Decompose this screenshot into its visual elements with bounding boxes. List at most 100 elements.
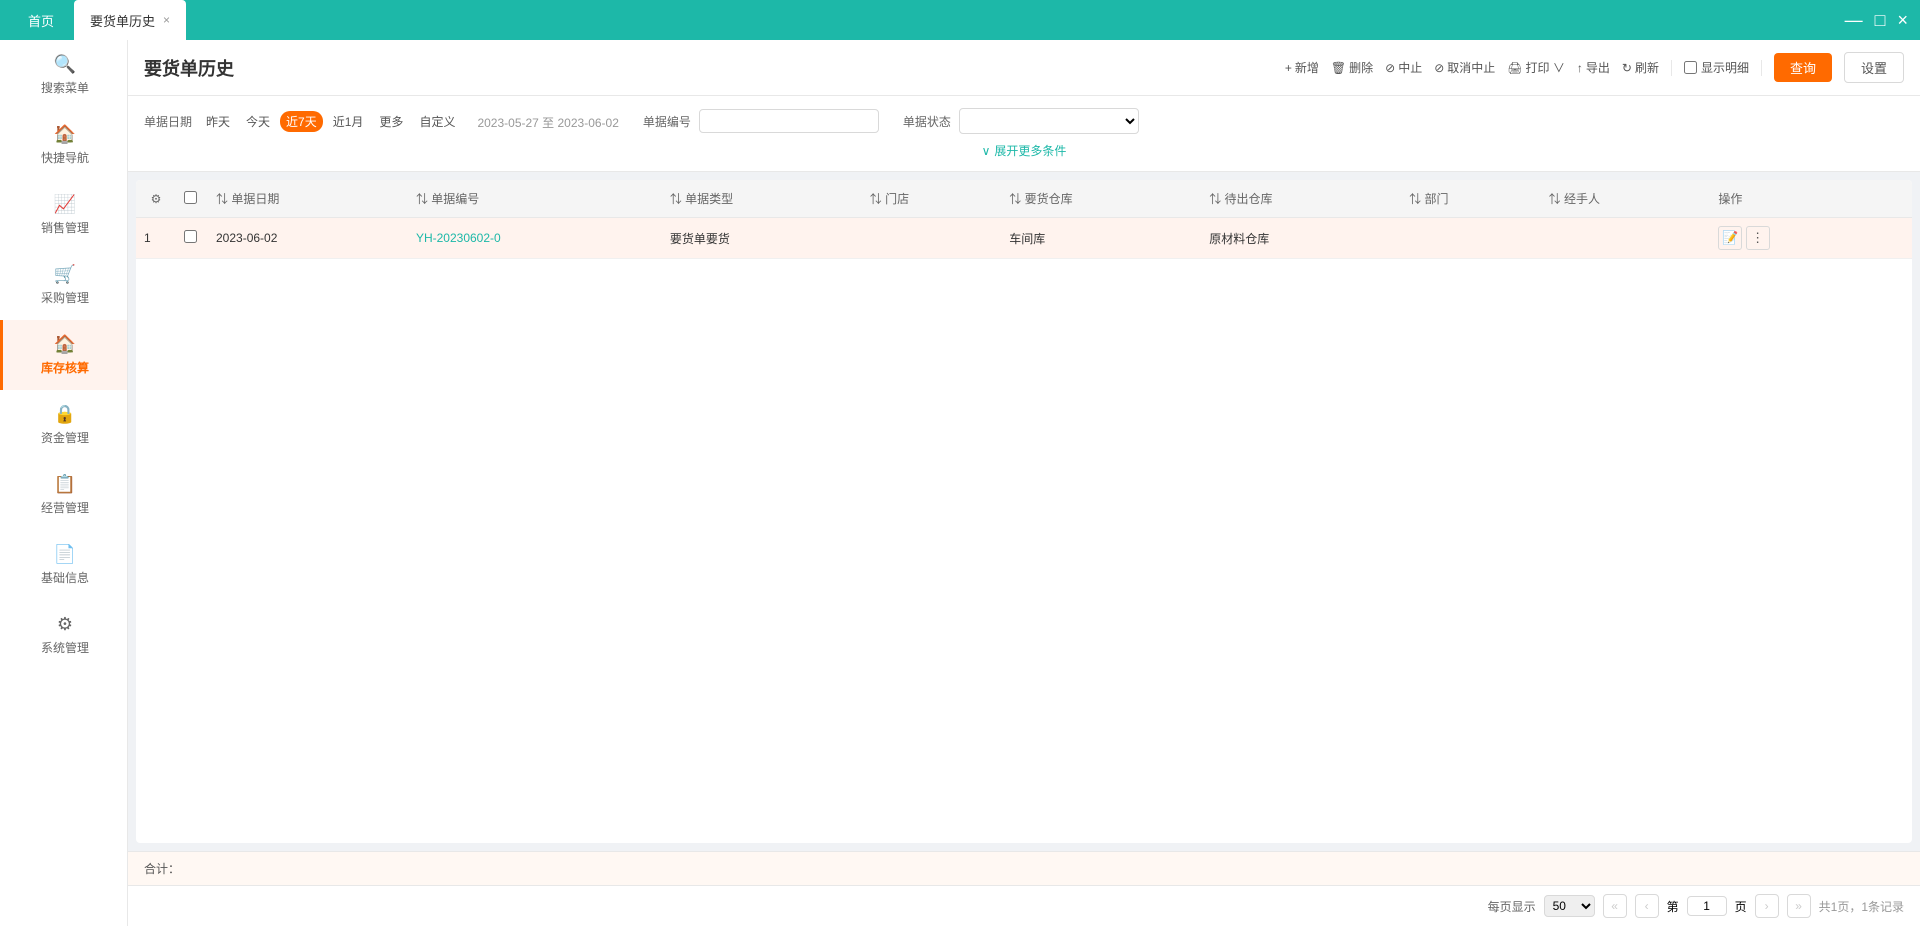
operations-icon: 📋 bbox=[54, 474, 76, 495]
sidebar-item-sales-mgmt[interactable]: 📈 销售管理 bbox=[0, 180, 127, 250]
page-title: 要货单历史 bbox=[144, 55, 234, 81]
close-btn[interactable]: × bbox=[1897, 10, 1908, 31]
basic-info-icon: 📄 bbox=[54, 544, 76, 565]
tab-home[interactable]: 首页 bbox=[12, 0, 70, 40]
th-settings: ⚙ bbox=[136, 180, 176, 218]
delete-btn[interactable]: 🗑 删除 bbox=[1331, 59, 1373, 76]
cell-index: 1 bbox=[136, 218, 176, 259]
th-store[interactable]: ⇅ 门店 bbox=[862, 180, 1001, 218]
th-department[interactable]: ⇅ 部门 bbox=[1401, 180, 1540, 218]
settings-btn[interactable]: 设置 bbox=[1844, 52, 1904, 83]
table-header-row: ⚙ ⇅ 单据日期 ⇅ 单据编号 ⇅ 单据类型 bbox=[136, 180, 1912, 218]
table-wrapper: ⚙ ⇅ 单据日期 ⇅ 单据编号 ⇅ 单据类型 bbox=[136, 180, 1912, 843]
doc-number-input[interactable] bbox=[699, 109, 879, 133]
cell-req-warehouse: 车间库 bbox=[1001, 218, 1201, 259]
sidebar-item-basic-info[interactable]: 📄 基础信息 bbox=[0, 530, 127, 600]
doc-number-filter: 单据编号 bbox=[643, 109, 879, 133]
date-btn-today[interactable]: 今天 bbox=[240, 111, 276, 132]
quick-nav-icon: 🏠 bbox=[54, 124, 76, 145]
print-icon: 🖨 bbox=[1507, 61, 1522, 75]
pagination: 每页显示 50 20 100 « ‹ 第 页 › » 共1页，1条记录 bbox=[128, 885, 1920, 926]
settings-icon[interactable]: ⚙ bbox=[151, 192, 162, 206]
page-label: 页 bbox=[1735, 898, 1747, 915]
query-btn[interactable]: 查询 bbox=[1774, 53, 1832, 82]
status-select[interactable] bbox=[959, 108, 1139, 134]
content-area: 要货单历史 + 新增 🗑 删除 ⊘ 中止 ⊘ 取消中止 bbox=[128, 40, 1920, 926]
th-handler[interactable]: ⇅ 经手人 bbox=[1541, 180, 1711, 218]
more-ops-btn[interactable]: ⋮ bbox=[1746, 226, 1770, 250]
sum-row: 合计： bbox=[128, 851, 1920, 885]
th-doc-date[interactable]: ⇅ 单据日期 bbox=[208, 180, 408, 218]
filter-row: 单据日期 昨天 今天 近7天 近1月 更多 自定义 2023-05-27 至 2… bbox=[144, 108, 1904, 134]
date-btn-last7[interactable]: 近7天 bbox=[280, 111, 323, 132]
next-page-btn[interactable]: › bbox=[1755, 894, 1779, 918]
th-pending-warehouse[interactable]: ⇅ 待出仓库 bbox=[1201, 180, 1401, 218]
sidebar-item-system-mgmt[interactable]: ⚙ 系统管理 bbox=[0, 600, 127, 670]
cell-doc-date: 2023-06-02 bbox=[208, 218, 408, 259]
row-checkbox[interactable] bbox=[184, 230, 197, 243]
status-label: 单据状态 bbox=[903, 113, 951, 130]
th-doc-number[interactable]: ⇅ 单据编号 bbox=[408, 180, 662, 218]
date-range-display: 2023-05-27 至 2023-06-02 bbox=[477, 114, 618, 131]
export-btn[interactable]: ↑ 导出 bbox=[1577, 59, 1610, 76]
page-input[interactable] bbox=[1687, 896, 1727, 916]
minimize-btn[interactable]: — bbox=[1845, 10, 1863, 31]
date-filter: 单据日期 昨天 今天 近7天 近1月 更多 自定义 2023-05-27 至 2… bbox=[144, 111, 619, 132]
sidebar-item-quick-nav[interactable]: 🏠 快捷导航 bbox=[0, 110, 127, 180]
cell-checkbox bbox=[176, 218, 208, 259]
new-btn[interactable]: + 新增 bbox=[1285, 59, 1319, 76]
th-ops: 操作 bbox=[1710, 180, 1912, 218]
export-icon: ↑ bbox=[1577, 61, 1583, 75]
inventory-icon: 🏠 bbox=[54, 334, 76, 355]
top-bar: 首页 要货单历史 × — □ × bbox=[0, 0, 1920, 40]
date-btn-custom[interactable]: 自定义 bbox=[413, 111, 461, 132]
prev-page-btn[interactable]: ‹ bbox=[1635, 894, 1659, 918]
cancel-suspend-btn[interactable]: ⊘ 取消中止 bbox=[1434, 59, 1495, 76]
th-checkbox bbox=[176, 180, 208, 218]
sidebar-item-purchase-mgmt[interactable]: 🛒 采购管理 bbox=[0, 250, 127, 320]
show-detail-checkbox[interactable] bbox=[1684, 61, 1697, 74]
maximize-btn[interactable]: □ bbox=[1875, 10, 1886, 31]
th-doc-type[interactable]: ⇅ 单据类型 bbox=[662, 180, 862, 218]
th-req-warehouse[interactable]: ⇅ 要货仓库 bbox=[1001, 180, 1201, 218]
sidebar-item-inventory[interactable]: 🏠 库存核算 bbox=[0, 320, 127, 390]
page-size-select[interactable]: 50 20 100 bbox=[1544, 895, 1595, 917]
edit-btn[interactable]: 📝 bbox=[1718, 226, 1742, 250]
date-btn-last1month[interactable]: 近1月 bbox=[327, 111, 370, 132]
refresh-btn[interactable]: ↻ 刷新 bbox=[1622, 59, 1659, 76]
sidebar-item-search-menu[interactable]: 🔍 搜索菜单 bbox=[0, 40, 127, 110]
search-menu-icon: 🔍 bbox=[54, 54, 76, 75]
filter-area: 单据日期 昨天 今天 近7天 近1月 更多 自定义 2023-05-27 至 2… bbox=[128, 96, 1920, 172]
purchase-icon: 🛒 bbox=[54, 264, 76, 285]
new-icon: + bbox=[1285, 61, 1292, 75]
cell-department bbox=[1401, 218, 1540, 259]
date-btn-yesterday[interactable]: 昨天 bbox=[200, 111, 236, 132]
cell-handler bbox=[1541, 218, 1711, 259]
first-page-btn[interactable]: « bbox=[1603, 894, 1627, 918]
select-all-checkbox[interactable] bbox=[184, 191, 197, 204]
suspend-icon: ⊘ bbox=[1385, 61, 1395, 75]
header-actions: + 新增 🗑 删除 ⊘ 中止 ⊘ 取消中止 🖨 打印 ∨ bbox=[1285, 52, 1904, 83]
delete-icon: 🗑 bbox=[1331, 61, 1346, 75]
date-btn-more[interactable]: 更多 bbox=[373, 111, 409, 132]
print-btn[interactable]: 🖨 打印 ∨ bbox=[1507, 59, 1565, 76]
show-detail-checkbox-label[interactable]: 显示明细 bbox=[1684, 59, 1749, 76]
expand-btn[interactable]: ∨ 展开更多条件 bbox=[144, 142, 1904, 159]
tab-close-icon[interactable]: × bbox=[163, 13, 170, 27]
tab-requisition-history[interactable]: 要货单历史 × bbox=[74, 0, 186, 40]
last-page-btn[interactable]: » bbox=[1787, 894, 1811, 918]
date-quick-btns: 昨天 今天 近7天 近1月 更多 自定义 bbox=[200, 111, 461, 132]
finance-icon: 🔒 bbox=[54, 404, 76, 425]
cell-ops: 📝 ⋮ bbox=[1710, 218, 1912, 259]
data-table: ⚙ ⇅ 单据日期 ⇅ 单据编号 ⇅ 单据类型 bbox=[136, 180, 1912, 259]
cell-pending-warehouse: 原材料仓库 bbox=[1201, 218, 1401, 259]
sidebar-item-finance[interactable]: 🔒 资金管理 bbox=[0, 390, 127, 460]
main-layout: 🔍 搜索菜单 🏠 快捷导航 📈 销售管理 🛒 采购管理 🏠 库存核算 🔒 资金管… bbox=[0, 40, 1920, 926]
sidebar-item-operations[interactable]: 📋 经营管理 bbox=[0, 460, 127, 530]
page-header: 要货单历史 + 新增 🗑 删除 ⊘ 中止 ⊘ 取消中止 bbox=[128, 40, 1920, 96]
doc-number-link[interactable]: YH-20230602-0 bbox=[416, 231, 501, 245]
doc-number-label: 单据编号 bbox=[643, 113, 691, 130]
table-row: 1 2023-06-02 YH-20230602-0 要货单要货 车间库 原材料… bbox=[136, 218, 1912, 259]
suspend-btn[interactable]: ⊘ 中止 bbox=[1385, 59, 1422, 76]
chevron-down-icon: ∨ bbox=[982, 144, 991, 158]
